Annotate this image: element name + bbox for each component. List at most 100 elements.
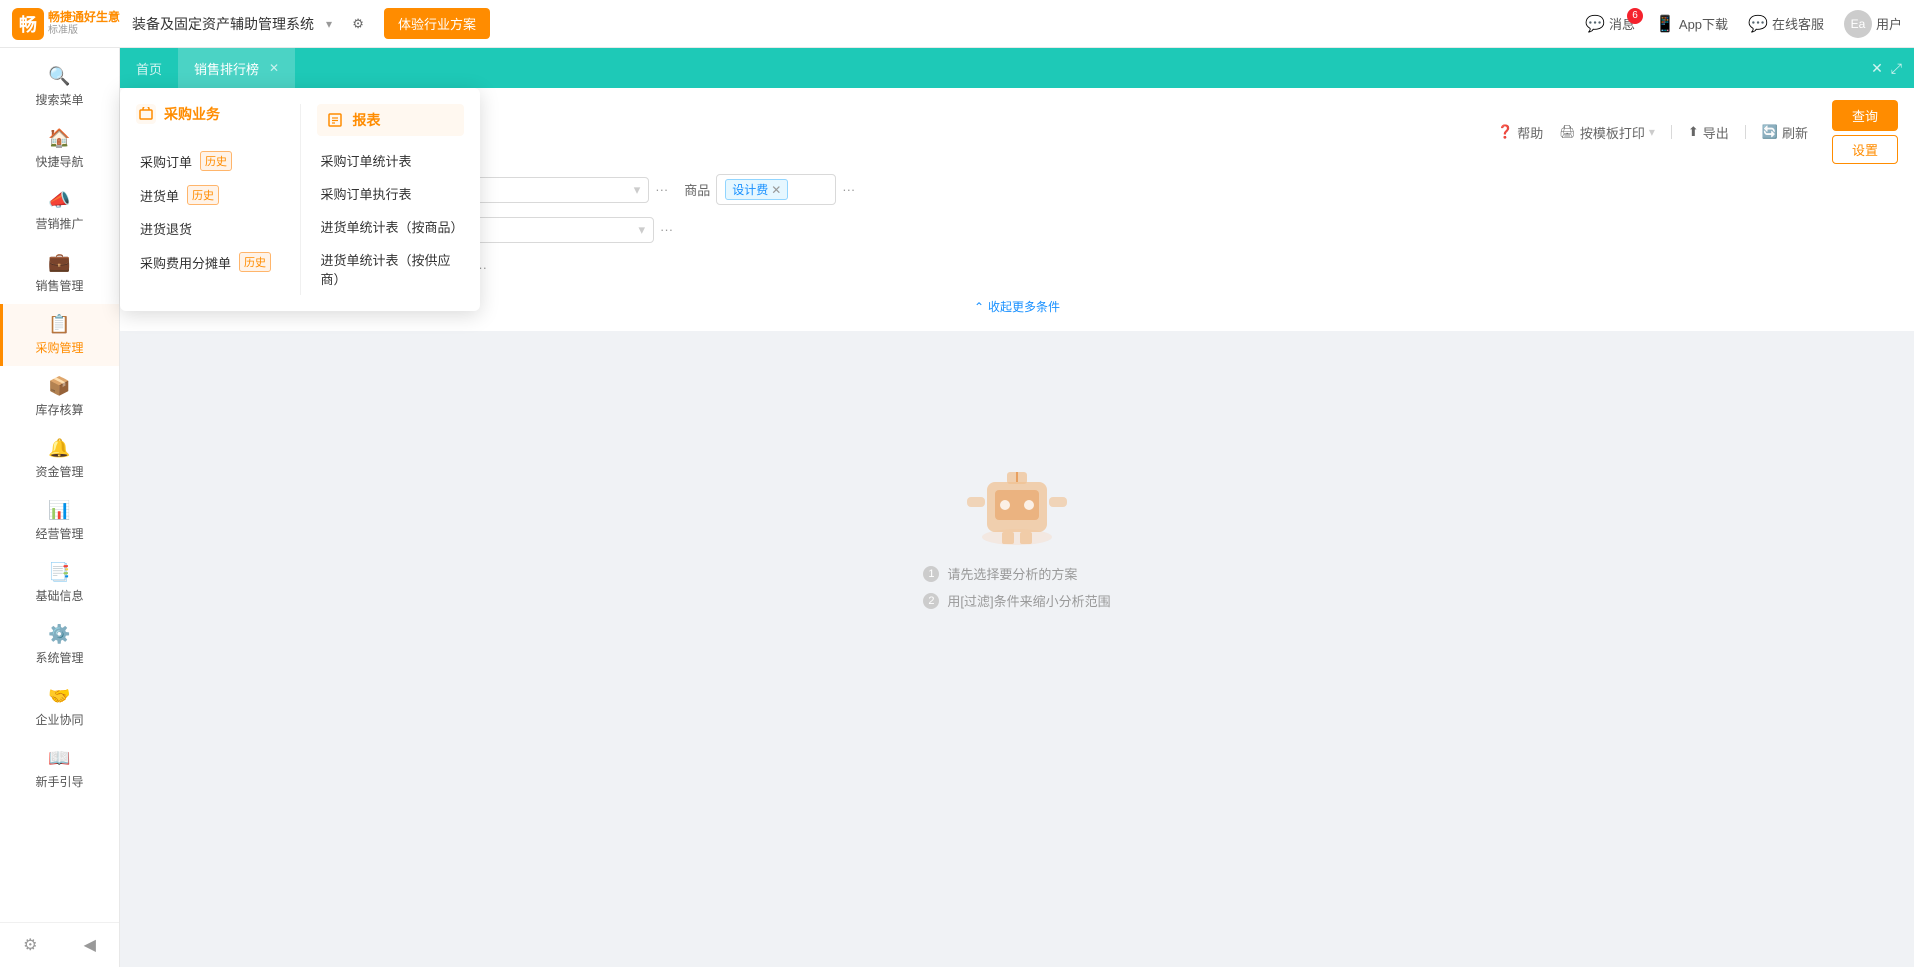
history-tag-0: 历史	[200, 151, 232, 171]
user-btn[interactable]: Ea 用户	[1844, 10, 1902, 38]
sidebar-item-marketing[interactable]: 📣 营销推广	[0, 180, 119, 242]
sidebar-item-basic-info[interactable]: 📑 基础信息	[0, 552, 119, 614]
tab-home-label: 首页	[136, 59, 162, 78]
purchase-icon: 📋	[48, 314, 70, 335]
help-btn[interactable]: ❓ 帮助	[1497, 123, 1543, 142]
header-right: 💬 消息 6 📱 App下载 💬 在线客服 Ea 用户	[1585, 10, 1902, 38]
report-col-title: 报表	[353, 110, 381, 130]
system-settings-icon[interactable]: ⚙	[344, 10, 372, 38]
sidebar-label-sales: 销售管理	[35, 277, 83, 294]
inventory-icon: 📦	[48, 376, 70, 397]
report-col-header: 报表	[317, 104, 465, 136]
menu-columns: 采购业务 采购订单 历史 进货单 历史 进货退货 采购费用分摊单 历史	[136, 104, 464, 295]
menu-divider	[300, 104, 301, 295]
search-icon: 🔍	[48, 66, 70, 87]
logo-area: 畅 畅捷通好生意 标准版	[12, 8, 132, 40]
system-title: 装备及固定资产辅助管理系统	[132, 14, 314, 34]
menu-item-purchase-order[interactable]: 采购订单 历史	[136, 144, 284, 178]
online-service-btn[interactable]: 💬 在线客服	[1748, 14, 1824, 34]
user-label: 用户	[1876, 14, 1902, 33]
tab-sales-rank[interactable]: 销售排行榜 ✕	[178, 48, 295, 88]
print-btn[interactable]: 🖨 按模板打印 ▾	[1559, 123, 1655, 142]
purchase-col-header: 采购业务	[136, 104, 284, 132]
collapse-label: 收起更多条件	[988, 298, 1060, 315]
industry-btn[interactable]: 体验行业方案	[384, 8, 490, 39]
tab-close-all-icon[interactable]: ✕	[1871, 60, 1883, 77]
history-tag-3: 历史	[239, 252, 271, 272]
sidebar-item-purchase[interactable]: 📋 采购管理	[0, 304, 119, 366]
salesperson-more[interactable]: ···	[660, 222, 673, 237]
goods-tag-remove[interactable]: ✕	[771, 183, 781, 197]
app-download-btn[interactable]: 📱 App下载	[1655, 14, 1728, 34]
sidebar-label-basic-info: 基础信息	[35, 587, 83, 604]
sidebar-item-guide[interactable]: 📖 新手引导	[0, 738, 119, 800]
cooperation-icon: 🤝	[48, 686, 70, 707]
menu-item-report-0[interactable]: 采购订单统计表	[317, 144, 465, 177]
megaphone-icon: 📣	[48, 190, 70, 211]
sidebar-label-quick-nav: 快捷导航	[35, 153, 83, 170]
refresh-icon: 🔄	[1762, 124, 1778, 140]
app-download-label: App下载	[1679, 14, 1728, 33]
tip-num-1: 1	[923, 566, 939, 582]
capital-icon: 🔔	[48, 438, 70, 459]
logo-sub-text: 标准版	[48, 25, 120, 37]
sidebar-item-inventory[interactable]: 📦 库存核算	[0, 366, 119, 428]
sidebar-item-cooperation[interactable]: 🤝 企业协同	[0, 676, 119, 738]
sales-icon: 💼	[48, 252, 70, 273]
system-dropdown-arrow[interactable]: ▾	[326, 17, 332, 31]
sidebar-label-search: 搜索菜单	[35, 91, 83, 108]
tab-home[interactable]: 首页	[120, 48, 178, 88]
empty-tip-2: 2 用[过滤]条件来缩小分析范围	[923, 591, 1110, 610]
purchase-col-icon	[136, 104, 156, 124]
home-icon: 🏠	[48, 128, 70, 149]
sidebar-item-sales[interactable]: 💼 销售管理	[0, 242, 119, 304]
export-btn[interactable]: ⬆ 导出	[1688, 123, 1729, 142]
refresh-btn[interactable]: 🔄 刷新	[1762, 123, 1808, 142]
message-btn[interactable]: 💬 消息 6	[1585, 14, 1635, 34]
collapse-icon: ⌃	[974, 300, 984, 314]
query-btn[interactable]: 查询	[1832, 100, 1898, 131]
tip-num-2: 2	[923, 593, 939, 609]
menu-item-return[interactable]: 进货退货	[136, 212, 284, 245]
voucher-dropdown-arrow: ▾	[634, 182, 641, 198]
menu-item-report-3[interactable]: 进货单统计表（按供应商）	[317, 243, 465, 295]
export-icon: ⬆	[1688, 124, 1699, 140]
purchase-dropdown-menu: 采购业务 采购订单 历史 进货单 历史 进货退货 采购费用分摊单 历史	[120, 88, 480, 311]
filter-goods: 商品 设计费 ✕ ···	[684, 174, 855, 205]
sidebar-label-purchase: 采购管理	[35, 339, 83, 356]
menu-item-report-1[interactable]: 采购订单执行表	[317, 177, 465, 210]
goods-more[interactable]: ···	[842, 182, 855, 197]
sidebar-item-operations[interactable]: 📊 经营管理	[0, 490, 119, 552]
sidebar-label-inventory: 库存核算	[35, 401, 83, 418]
history-tag-1: 历史	[187, 185, 219, 205]
sidebar-item-quick-nav[interactable]: 🏠 快捷导航	[0, 118, 119, 180]
sidebar-label-operations: 经营管理	[35, 525, 83, 542]
tab-expand-icon[interactable]: ⤢	[1891, 60, 1902, 77]
settings-btn[interactable]: 设置	[1832, 135, 1898, 164]
print-icon: 🖨	[1559, 124, 1576, 140]
salesperson-input[interactable]: ▾	[454, 217, 654, 243]
empty-tips: 1 请先选择要分析的方案 2 用[过滤]条件来缩小分析范围	[923, 564, 1110, 610]
goods-input[interactable]: 设计费 ✕	[716, 174, 836, 205]
salesperson-dropdown-arrow: ▾	[639, 222, 646, 238]
sidebar-item-capital[interactable]: 🔔 资金管理	[0, 428, 119, 490]
menu-item-expense[interactable]: 采购费用分摊单 历史	[136, 245, 284, 279]
goods-tag: 设计费 ✕	[725, 179, 788, 200]
sidebar-item-search[interactable]: 🔍 搜索菜单	[0, 56, 119, 118]
tab-close-icon[interactable]: ✕	[269, 61, 279, 75]
menu-item-report-2[interactable]: 进货单统计表（按商品）	[317, 210, 465, 243]
logo-icon: 畅	[12, 8, 44, 40]
sidebar-bottom: ⚙ ◀	[0, 922, 119, 967]
voucher-status-more[interactable]: ···	[655, 182, 668, 197]
menu-item-goods-receipt[interactable]: 进货单 历史	[136, 178, 284, 212]
system-icon: ⚙️	[48, 624, 70, 645]
sidebar-label-cooperation: 企业协同	[35, 711, 83, 728]
report-col: 报表 采购订单统计表 采购订单执行表 进货单统计表（按商品） 进货单统计表（按供…	[317, 104, 465, 295]
online-service-label: 在线客服	[1772, 14, 1824, 33]
print-dropdown-arrow[interactable]: ▾	[1649, 125, 1655, 139]
sidebar-collapse-icon[interactable]: ◀	[84, 935, 96, 955]
tab-bar-right: ✕ ⤢	[1859, 48, 1914, 88]
sidebar-item-system[interactable]: ⚙️ 系统管理	[0, 614, 119, 676]
bottom-settings-icon[interactable]: ⚙	[23, 935, 37, 955]
collapse-btn[interactable]: ⌃ 收起更多条件	[974, 298, 1060, 315]
